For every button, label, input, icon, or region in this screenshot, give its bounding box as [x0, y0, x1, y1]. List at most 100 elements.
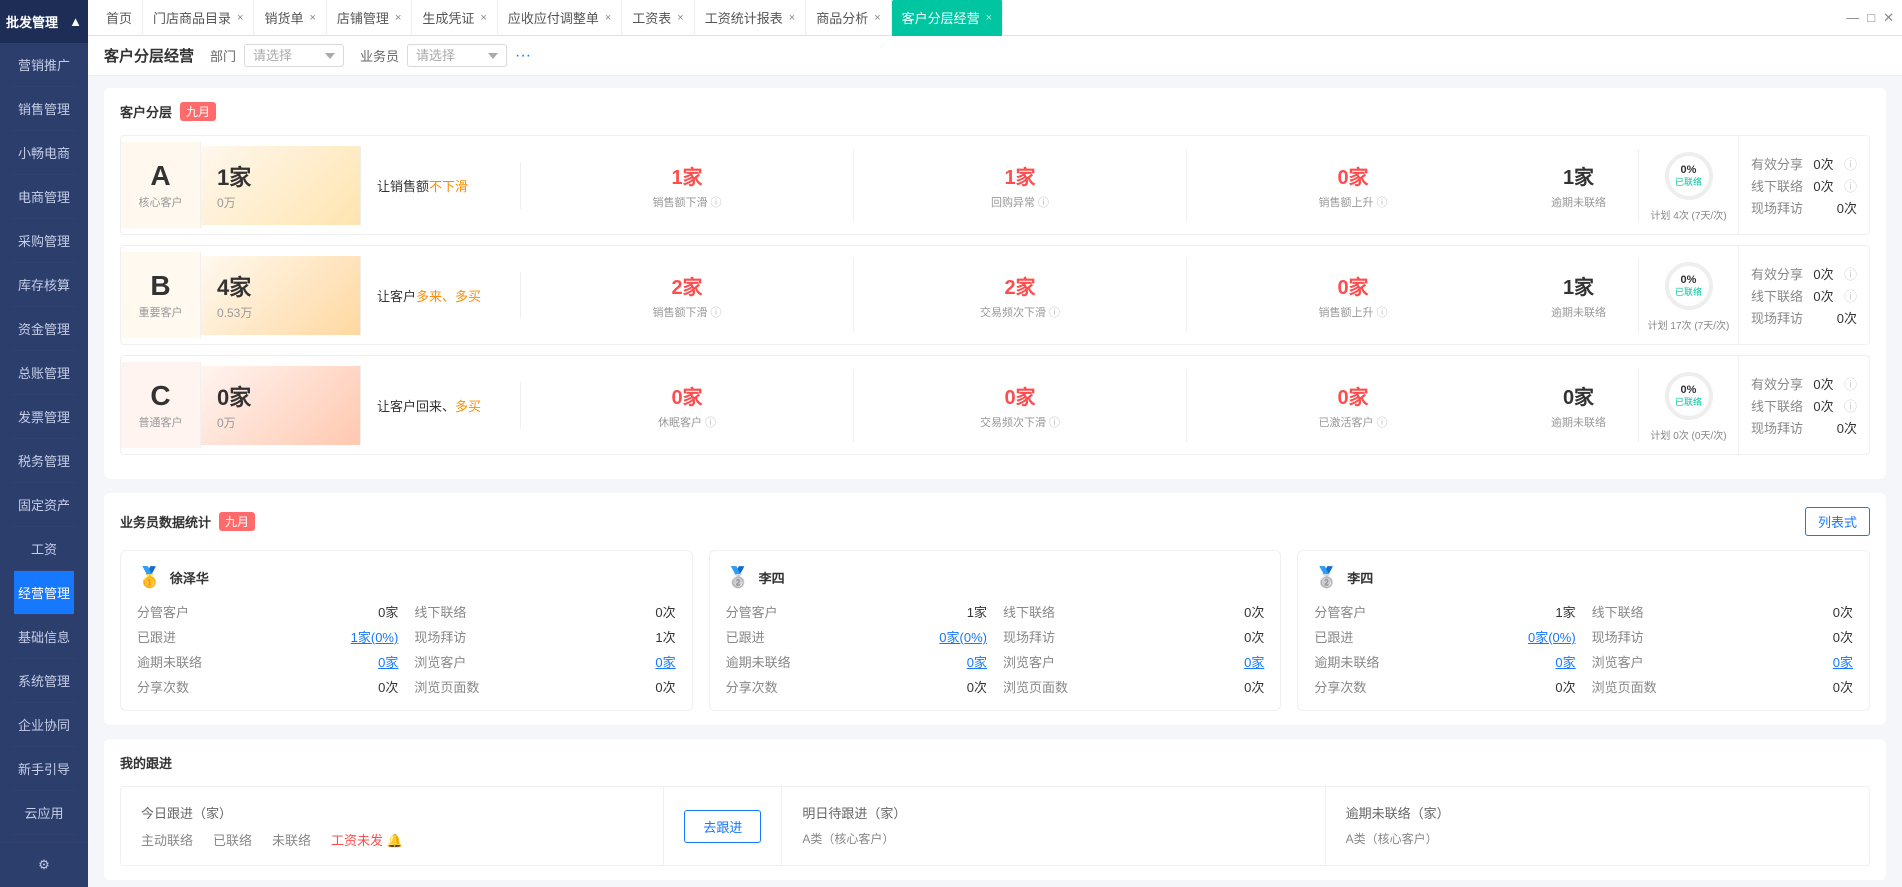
right-stat-row: 现场拜访 0次 — [1751, 418, 1857, 437]
right-stat-row: 有效分享 0次 ⓘ — [1751, 154, 1857, 173]
tab-门店商品目录[interactable]: 门店商品目录× — [143, 0, 254, 36]
sidebar-collapse-icon[interactable]: ▲ — [69, 14, 82, 29]
biz-card-header: 🥈 李四 — [1314, 565, 1853, 590]
sidebar-item-云应用[interactable]: 云应用 — [14, 791, 74, 835]
sidebar-item-新手引导[interactable]: 新手引导 — [14, 747, 74, 791]
tab-应收应付调整单[interactable]: 应收应付调整单× — [498, 0, 622, 36]
tab-店铺管理[interactable]: 店铺管理× — [327, 0, 412, 36]
biz-stat-left-3: 分享次数 0次 — [137, 677, 398, 696]
sidebar-item-库存核算[interactable]: 库存核算 — [14, 263, 74, 307]
tab-close-icon[interactable]: × — [237, 12, 243, 24]
tab-close-icon[interactable]: × — [309, 12, 315, 24]
right-stat-info-icon[interactable]: ⓘ — [1844, 396, 1857, 415]
tab-close-icon[interactable]: × — [677, 12, 683, 24]
list-view-button[interactable]: 列表式 — [1805, 507, 1870, 536]
tier-label-A: A 核心客户 — [121, 142, 201, 228]
sidebar-item-企业协同[interactable]: 企业协同 — [14, 703, 74, 747]
sidebar-item-发票管理[interactable]: 发票管理 — [14, 395, 74, 439]
sidebar-header[interactable]: 批发管理 ▲ — [0, 0, 88, 43]
followup-section: 我的跟进 今日跟进（家） 主动联络 已联络 未联络 工资未发 🔔 去跟进 明日待 — [104, 739, 1886, 880]
sidebar-item-小畅电商[interactable]: 小畅电商 — [14, 131, 74, 175]
tab-close-icon[interactable]: × — [789, 12, 795, 24]
tier-stats-B: 2家 销售额下滑 ⓘ 2家 交易频次下滑 ⓘ 0家 销售额上升 ⓘ — [521, 259, 1519, 332]
right-stat-row: 现场拜访 0次 — [1751, 198, 1857, 217]
right-stat-info-icon[interactable]: ⓘ — [1844, 374, 1857, 393]
dept-filter: 部门 请选择 — [210, 44, 344, 67]
sidebar-item-固定资产[interactable]: 固定资产 — [14, 483, 74, 527]
tier-right-stats-B: 有效分享 0次 ⓘ 线下联络 0次 ⓘ 现场拜访 0次 — [1739, 254, 1869, 337]
window-max-icon[interactable]: □ — [1867, 10, 1875, 25]
overdue-sub: A类（核心客户） — [1346, 830, 1849, 847]
tier-circle-A: 0% 已联络 计划 4次 (7天/次) — [1639, 136, 1739, 234]
tab-bar: 首页门店商品目录×销货单×店铺管理×生成凭证×应收应付调整单×工资表×工资统计报… — [88, 0, 1902, 36]
followup-title: 我的跟进 — [120, 753, 1870, 772]
medal-icon: 🥇 — [137, 565, 162, 590]
tier-action-A: 让销售额不下滑 — [361, 162, 521, 209]
biz-select[interactable]: 请选择 — [407, 44, 507, 67]
sidebar-item-总账管理[interactable]: 总账管理 — [14, 351, 74, 395]
tab-工资表[interactable]: 工资表× — [622, 0, 694, 36]
tomorrow-followup-cell: 明日待跟进（家） A类（核心客户） — [782, 787, 1325, 865]
sidebar-item-营销推广[interactable]: 营销推广 — [14, 43, 74, 87]
biz-stat-left-2: 逾期未联络 0家 — [137, 652, 398, 671]
go-followup-button[interactable]: 去跟进 — [684, 810, 761, 843]
biz-stat-right-2: 浏览客户 0家 — [1592, 652, 1853, 671]
tier-label-C: C 普通客户 — [121, 362, 201, 448]
biz-stats-grid: 分管客户 1家 线下联络 0次 已跟进 0家(0%) 现场拜访 0次 逾期未联络… — [1314, 602, 1853, 696]
tab-close-icon[interactable]: × — [986, 12, 992, 24]
tab-close-icon[interactable]: × — [605, 12, 611, 24]
dept-select[interactable]: 请选择 — [244, 44, 344, 67]
tab-close-icon[interactable]: × — [874, 12, 880, 24]
biz-month-badge: 九月 — [219, 512, 255, 531]
tab-商品分析[interactable]: 商品分析× — [806, 0, 891, 36]
tomorrow-sub: A类（核心客户） — [802, 830, 1304, 847]
biz-stat-left-0: 分管客户 0家 — [137, 602, 398, 621]
tab-销货单[interactable]: 销货单× — [254, 0, 326, 36]
sidebar-item-电商管理[interactable]: 电商管理 — [14, 175, 74, 219]
customer-tier-section: 客户分层 九月 A 核心客户 1家 0万 让销售额不下滑 1家 销售额下滑 ⓘ … — [104, 88, 1886, 479]
window-min-icon[interactable]: — — [1846, 10, 1859, 25]
sidebar-settings[interactable]: ⚙ — [0, 842, 88, 887]
tier-circle-C: 0% 已联络 计划 0次 (0天/次) — [1639, 356, 1739, 454]
followup-grid: 今日跟进（家） 主动联络 已联络 未联络 工资未发 🔔 去跟进 明日待跟进（家）… — [120, 786, 1870, 866]
biz-card-0: 🥇 徐泽华 分管客户 0家 线下联络 0次 已跟进 1家(0%) 现场拜访 1次… — [120, 550, 693, 711]
stat-cell: 2家 交易频次下滑 ⓘ — [854, 259, 1187, 332]
tab-bar-end: — □ ✕ — [1846, 10, 1894, 26]
sidebar-item-采购管理[interactable]: 采购管理 — [14, 219, 74, 263]
biz-stats-grid: 分管客户 0家 线下联络 0次 已跟进 1家(0%) 现场拜访 1次 逾期未联络… — [137, 602, 676, 696]
sidebar-item-工资[interactable]: 工资 — [14, 527, 74, 571]
right-stat-info-icon[interactable]: ⓘ — [1844, 154, 1857, 173]
tab-close-icon[interactable]: × — [480, 12, 486, 24]
today-sub-labels: 主动联络 已联络 未联络 工资未发 🔔 — [141, 830, 643, 849]
customer-tier-title: 客户分层 九月 — [120, 102, 1870, 121]
sidebar-item-税务管理[interactable]: 税务管理 — [14, 439, 74, 483]
tab-客户分层经营[interactable]: 客户分层经营× — [892, 0, 1003, 36]
stat-cell: 0家 交易频次下滑 ⓘ — [854, 369, 1187, 442]
biz-stat-right-3: 浏览页面数 0次 — [1003, 677, 1264, 696]
sidebar-item-资金管理[interactable]: 资金管理 — [14, 307, 74, 351]
sidebar-title: 批发管理 — [6, 12, 58, 31]
tab-首页[interactable]: 首页 — [96, 0, 143, 36]
tab-生成凭证[interactable]: 生成凭证× — [412, 0, 497, 36]
right-stat-info-icon[interactable]: ⓘ — [1844, 176, 1857, 195]
biz-person-name: 李四 — [1347, 568, 1373, 587]
page-header: 客户分层经营 部门 请选择 业务员 请选择 ··· — [88, 36, 1902, 76]
window-close-icon[interactable]: ✕ — [1883, 10, 1894, 26]
sidebar-item-系统管理[interactable]: 系统管理 — [14, 659, 74, 703]
right-stat-info-icon[interactable]: ⓘ — [1844, 264, 1857, 283]
tier-row-A: A 核心客户 1家 0万 让销售额不下滑 1家 销售额下滑 ⓘ 1家 回购异常 … — [120, 135, 1870, 235]
sidebar-item-基础信息[interactable]: 基础信息 — [14, 615, 74, 659]
biz-stat-left-3: 分享次数 0次 — [1314, 677, 1575, 696]
right-stat-info-icon[interactable]: ⓘ — [1844, 286, 1857, 305]
biz-stats-grid: 分管客户 1家 线下联络 0次 已跟进 0家(0%) 现场拜访 0次 逾期未联络… — [726, 602, 1265, 696]
sidebar-item-经营管理[interactable]: 经营管理 — [14, 571, 74, 615]
sidebar-item-销售管理[interactable]: 销售管理 — [14, 87, 74, 131]
tab-close-icon[interactable]: × — [395, 12, 401, 24]
tab-工资统计报表[interactable]: 工资统计报表× — [695, 0, 806, 36]
stat-cell: 0家 销售额上升 ⓘ — [1187, 259, 1519, 332]
tier-row-C: C 普通客户 0家 0万 让客户回来、多买 0家 休眠客户 ⓘ 0家 交易频次下… — [120, 355, 1870, 455]
filter-more-icon[interactable]: ··· — [515, 47, 531, 65]
stat-cell: 2家 销售额下滑 ⓘ — [521, 259, 854, 332]
biz-card-header: 🥇 徐泽华 — [137, 565, 676, 590]
biz-stat-left-3: 分享次数 0次 — [726, 677, 987, 696]
